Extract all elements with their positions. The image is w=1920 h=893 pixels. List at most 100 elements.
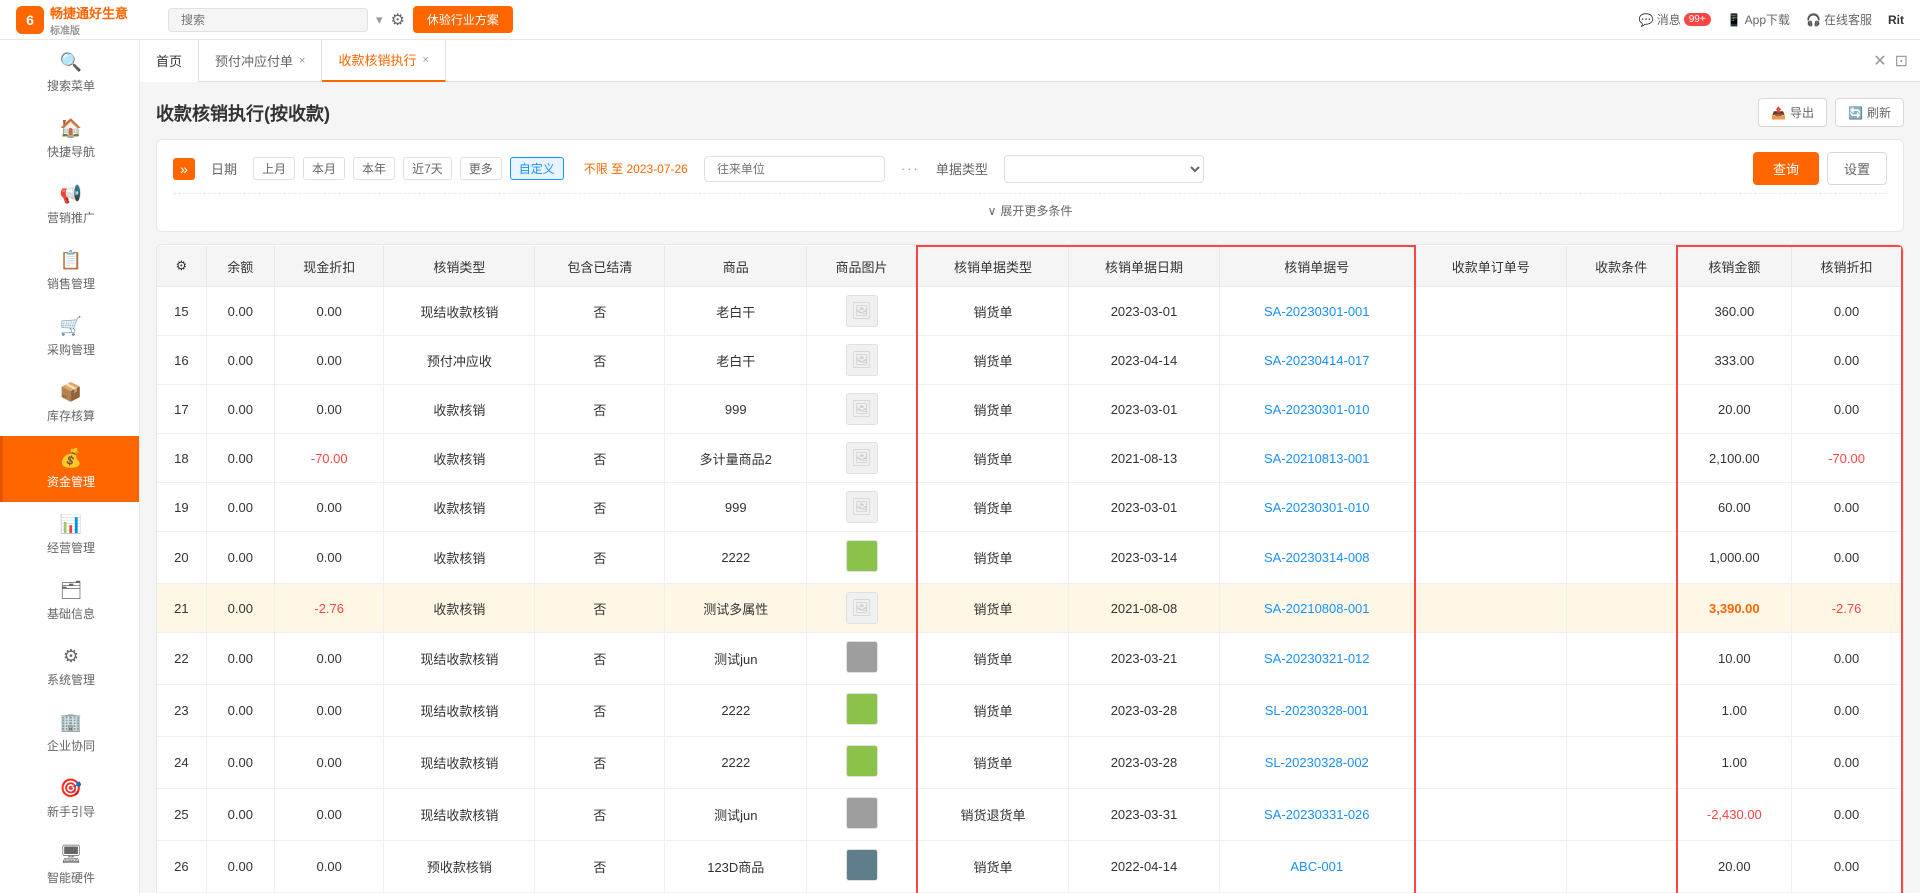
cell-9[interactable]: SA-20230301-010	[1219, 483, 1414, 532]
user-name[interactable]: Rit	[1888, 13, 1904, 27]
sidebar-item-system[interactable]: ⚙系统管理	[0, 634, 139, 700]
cell-9[interactable]: ABC-001	[1219, 841, 1414, 893]
cell-9[interactable]: SA-20210813-001	[1219, 434, 1414, 483]
expand-more-row[interactable]: ∨ 展开更多条件	[173, 193, 1887, 219]
tab-home[interactable]: 首页	[140, 40, 199, 82]
bill-no-link[interactable]: SA-20230321-012	[1264, 651, 1370, 666]
export-button[interactable]: 📤 导出	[1758, 98, 1827, 127]
cell-8: 2022-04-14	[1069, 841, 1220, 893]
refresh-button[interactable]: 🔄 刷新	[1835, 98, 1904, 127]
sidebar-item-inventory[interactable]: 📦库存核算	[0, 370, 139, 436]
cell-9[interactable]: SA-20210808-001	[1219, 584, 1414, 633]
cell-0: 25	[157, 789, 206, 841]
more-date-btn[interactable]: 更多	[460, 157, 502, 180]
tab-close-window-icon[interactable]: ✕	[1873, 51, 1886, 71]
cell-3: 现结收款核销	[384, 287, 535, 336]
cell-9[interactable]: SA-20230331-026	[1219, 789, 1414, 841]
tab-prepayment[interactable]: 预付冲应付单 ×	[199, 40, 322, 82]
cell-8: 2021-08-08	[1069, 584, 1220, 633]
cell-9[interactable]: SA-20230414-017	[1219, 336, 1414, 385]
filter-dots-1[interactable]: ···	[901, 161, 920, 176]
cell-10	[1415, 737, 1567, 789]
cell-3: 现结收款核销	[384, 789, 535, 841]
sidebar-item-enterprise[interactable]: 🏢企业协同	[0, 700, 139, 766]
system-icon: ⚙	[63, 646, 79, 667]
cell-9[interactable]: SA-20230314-008	[1219, 532, 1414, 584]
cell-1: 0.00	[206, 633, 274, 685]
bill-no-link[interactable]: SA-20210813-001	[1264, 451, 1370, 466]
sidebar-item-marketing[interactable]: 📢营销推广	[0, 172, 139, 238]
cell-9[interactable]: SA-20230321-012	[1219, 633, 1414, 685]
cell-5: 多计量商品2	[665, 434, 807, 483]
sidebar-item-purchase[interactable]: 🛒采购管理	[0, 304, 139, 370]
custom-date-btn[interactable]: 自定义	[510, 157, 564, 180]
table-row: 200.000.00收款核销否2222销货单2023-03-14SA-20230…	[157, 532, 1902, 584]
sidebar-item-guide[interactable]: 🎯新手引导	[0, 766, 139, 832]
bill-no-link[interactable]: SA-20230414-017	[1264, 353, 1370, 368]
cell-1: 0.00	[206, 434, 274, 483]
bill-no-link[interactable]: SA-20230301-010	[1264, 500, 1370, 515]
tab-close-1[interactable]: ×	[299, 55, 305, 67]
bill-no-link[interactable]: SA-20230331-026	[1264, 807, 1370, 822]
cell-13: 0.00	[1792, 336, 1902, 385]
sidebar-item-search[interactable]: 🔍搜索菜单	[0, 40, 139, 106]
cell-9[interactable]: SA-20230301-001	[1219, 287, 1414, 336]
cell-5: 老白干	[665, 336, 807, 385]
bill-no-link[interactable]: SL-20230328-002	[1265, 755, 1369, 770]
settings-button[interactable]: 设置	[1827, 152, 1887, 185]
sidebar-label-hardware: 智能硬件	[47, 869, 95, 886]
sidebar-item-base[interactable]: 🗂基础信息	[0, 568, 139, 634]
dropdown-icon[interactable]: ▾	[376, 12, 383, 28]
sidebar-item-finance[interactable]: 💰资金管理	[0, 436, 139, 502]
sidebar-label-inventory: 库存核算	[47, 407, 95, 424]
app-download-link[interactable]: 📱 App下载	[1727, 11, 1790, 28]
solution-button[interactable]: 休验行业方案	[413, 6, 513, 33]
bill-no-link[interactable]: SL-20230328-001	[1265, 703, 1369, 718]
table-row: 190.000.00收款核销否999🖼销货单2023-03-01SA-20230…	[157, 483, 1902, 532]
this-month-btn[interactable]: 本月	[303, 157, 345, 180]
table-body: 150.000.00现结收款核销否老白干🖼销货单2023-03-01SA-202…	[157, 287, 1902, 893]
cell-10	[1415, 287, 1567, 336]
query-button[interactable]: 查询	[1753, 152, 1819, 185]
red-value: -70.00	[311, 451, 348, 466]
partner-input[interactable]	[704, 156, 885, 182]
cell-9[interactable]: SL-20230328-001	[1219, 685, 1414, 737]
cell-0: 20	[157, 532, 206, 584]
sidebar-item-sales[interactable]: 📋销售管理	[0, 238, 139, 304]
bill-no-link[interactable]: SA-20230301-001	[1264, 304, 1370, 319]
red-value: -70.00	[1828, 451, 1865, 466]
last7days-btn[interactable]: 近7天	[403, 157, 452, 180]
cell-9[interactable]: SA-20230301-010	[1219, 385, 1414, 434]
tab-close-2[interactable]: ×	[422, 54, 428, 66]
message-item[interactable]: 💬 消息 99+	[1639, 11, 1711, 28]
bill-no-link[interactable]: SA-20230314-008	[1264, 550, 1370, 565]
tab-expand-icon[interactable]: ⊡	[1895, 51, 1908, 71]
cell-7: 销货单	[917, 685, 1069, 737]
bill-no-link[interactable]: SA-20210808-001	[1264, 601, 1370, 616]
settings-icon[interactable]: ⚙	[391, 10, 405, 30]
sidebar-item-quick-nav[interactable]: 🏠快捷导航	[0, 106, 139, 172]
this-year-btn[interactable]: 本年	[353, 157, 395, 180]
product-image: 🖼	[846, 592, 878, 624]
cell-9[interactable]: SL-20230328-002	[1219, 737, 1414, 789]
cell-1: 0.00	[206, 336, 274, 385]
message-badge: 99+	[1684, 13, 1711, 26]
bill-no-link[interactable]: ABC-001	[1290, 859, 1343, 874]
top-search-input[interactable]	[168, 8, 368, 32]
red-value: -2.76	[1832, 601, 1862, 616]
sidebar-item-hardware[interactable]: 🖥智能硬件	[0, 832, 139, 893]
bill-no-link[interactable]: SA-20230301-010	[1264, 402, 1370, 417]
cell-10	[1415, 532, 1567, 584]
cell-11	[1566, 532, 1676, 584]
cell-2: 0.00	[274, 737, 384, 789]
sidebar-item-operations[interactable]: 📊经营管理	[0, 502, 139, 568]
tab-receipt-verification[interactable]: 收款核销执行 ×	[322, 40, 445, 82]
filter-expand-button[interactable]: »	[173, 158, 195, 180]
cell-3: 现结收款核销	[384, 737, 535, 789]
online-service-link[interactable]: 🎧 在线客服	[1806, 11, 1872, 28]
table-row: 240.000.00现结收款核销否2222销货单2023-03-28SL-202…	[157, 737, 1902, 789]
product-image: 🖼	[846, 295, 878, 327]
cell-4: 否	[535, 336, 665, 385]
bill-type-select[interactable]	[1004, 155, 1204, 183]
last-month-btn[interactable]: 上月	[253, 157, 295, 180]
